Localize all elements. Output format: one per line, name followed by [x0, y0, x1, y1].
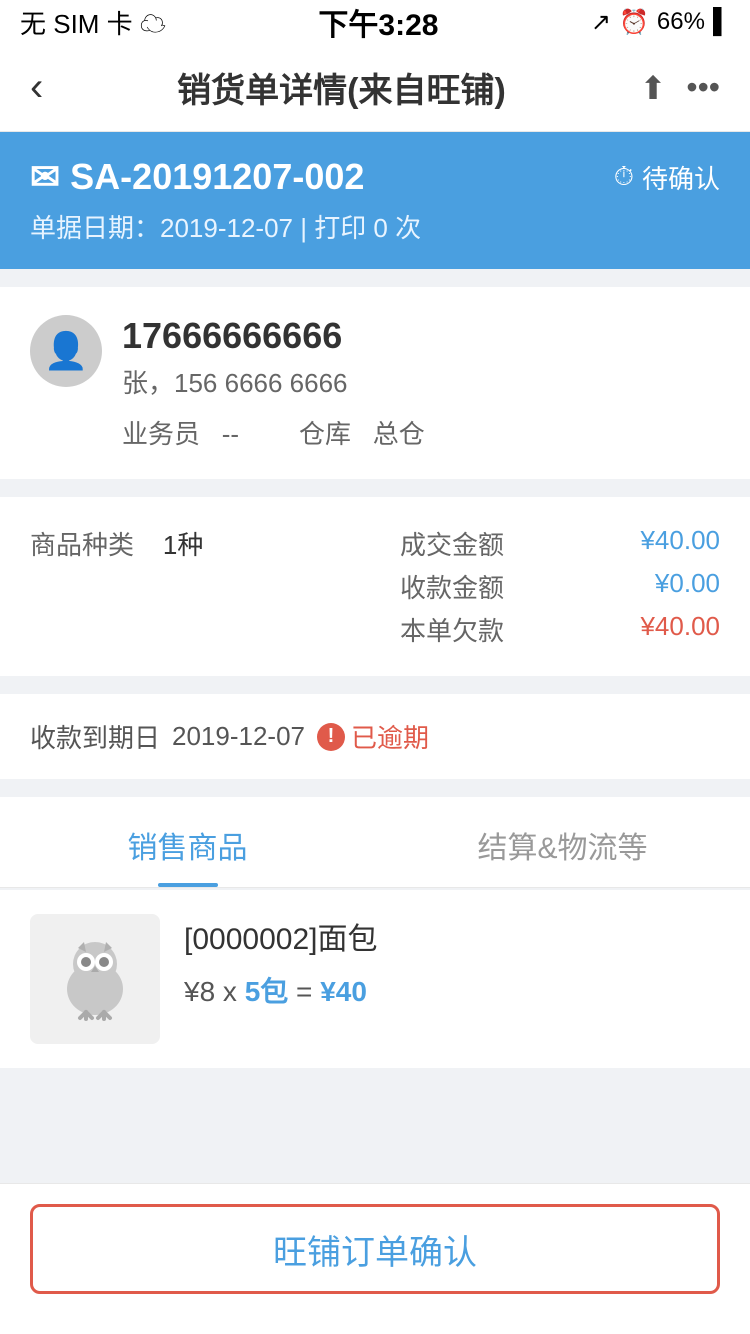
- order-envelope-icon: ✉: [30, 156, 60, 198]
- status-bar-right: ↗ ⏰ 66% ▌: [591, 8, 730, 37]
- summary-right: 成交金额 ¥40.00 收款金额 ¥0.00 本单欠款 ¥40.00: [400, 525, 720, 648]
- due-date-card: 收款到期日 2019-12-07 ! 已逾期: [0, 694, 750, 779]
- clock-icon: ⏱: [614, 161, 634, 193]
- warehouse-label: 仓库 总仓: [299, 414, 425, 451]
- tab-settlement[interactable]: 结算&物流等: [375, 797, 750, 887]
- order-header: ✉ SA-20191207-002 ⏱ 待确认 单据日期：2019-12-07 …: [0, 132, 750, 269]
- customer-phone: 17666666666: [122, 315, 720, 357]
- page-title: 销货单详情(来自旺铺): [177, 63, 506, 112]
- customer-name: 张，156 6666 6666: [122, 363, 720, 400]
- product-type-label: 商品种类: [30, 530, 134, 560]
- transaction-amount: 成交金额 ¥40.00: [400, 525, 720, 562]
- no-sim-text: 无 SIM 卡 ☁: [20, 4, 166, 41]
- summary-card: 商品种类 1种 成交金额 ¥40.00 收款金额 ¥0.00 本单欠款 ¥40.…: [0, 497, 750, 676]
- confirm-order-button[interactable]: 旺铺订单确认: [30, 1204, 720, 1294]
- product-type-value: 1种: [163, 530, 203, 560]
- sales-label: 业务员 --: [122, 414, 239, 451]
- due-date-label: 收款到期日: [30, 718, 160, 755]
- debt-value: ¥40.00: [640, 611, 720, 648]
- product-name: [0000002]面包: [184, 914, 720, 958]
- customer-card: 👤 17666666666 张，156 6666 6666 业务员 -- 仓库 …: [0, 287, 750, 479]
- transaction-label: 成交金额: [400, 525, 504, 562]
- status-bar: 无 SIM 卡 ☁ 下午3:28 ↗ ⏰ 66% ▌: [0, 0, 750, 44]
- due-date-value: 2019-12-07: [172, 721, 305, 752]
- payment-value: ¥0.00: [655, 568, 720, 605]
- alarm-icon: ⏰: [619, 8, 649, 37]
- product-thumbnail: [30, 914, 160, 1044]
- overdue-icon: !: [317, 723, 345, 751]
- more-icon[interactable]: •••: [686, 69, 720, 106]
- order-status: ⏱ 待确认: [614, 159, 720, 196]
- order-id-text: SA-20191207-002: [70, 156, 364, 198]
- avatar-icon: 👤: [44, 330, 89, 372]
- status-text: 待确认: [642, 159, 720, 196]
- overdue-text: 已逾期: [351, 718, 429, 755]
- summary-left: 商品种类 1种: [30, 525, 203, 562]
- customer-meta: 业务员 -- 仓库 总仓: [122, 414, 720, 451]
- equals-sign: =: [288, 976, 320, 1007]
- battery-text: 66%: [657, 8, 705, 36]
- transaction-value: ¥40.00: [640, 525, 720, 562]
- nav-bar: ‹ 销货单详情(来自旺铺) ⬆ •••: [0, 44, 750, 132]
- status-bar-time: 下午3:28: [318, 0, 438, 44]
- product-total: ¥40: [320, 976, 367, 1007]
- product-card: [0000002]面包 ¥8 x 5包 = ¥40: [0, 890, 750, 1068]
- product-owl-icon: [50, 934, 140, 1024]
- customer-details: 17666666666 张，156 6666 6666 业务员 -- 仓库 总仓: [122, 315, 720, 451]
- payment-amount: 收款金额 ¥0.00: [400, 568, 720, 605]
- confirm-button-wrapper: 旺铺订单确认: [0, 1183, 750, 1334]
- battery-icon: ▌: [713, 8, 730, 36]
- tab-sales-product[interactable]: 销售商品: [0, 797, 375, 887]
- order-id-row: ✉ SA-20191207-002: [30, 156, 364, 198]
- tabs-bar: 销售商品 结算&物流等: [0, 797, 750, 888]
- avatar: 👤: [30, 315, 102, 387]
- payment-label: 收款金额: [400, 568, 504, 605]
- product-price: ¥8 x 5包 = ¥40: [184, 970, 720, 1010]
- product-quantity: 5包: [245, 976, 289, 1007]
- arrow-icon: ↗: [591, 8, 611, 37]
- back-button[interactable]: ‹: [30, 65, 43, 110]
- order-date: 单据日期：2019-12-07 | 打印 0 次: [30, 208, 720, 245]
- overdue-badge: ! 已逾期: [317, 718, 429, 755]
- product-info: [0000002]面包 ¥8 x 5包 = ¥40: [184, 914, 720, 1044]
- debt-amount: 本单欠款 ¥40.00: [400, 611, 720, 648]
- status-bar-left: 无 SIM 卡 ☁: [20, 4, 166, 41]
- debt-label: 本单欠款: [400, 611, 504, 648]
- nav-actions: ⬆ •••: [640, 69, 720, 107]
- share-icon[interactable]: ⬆: [640, 69, 667, 107]
- price-formula: ¥8 x: [184, 976, 245, 1007]
